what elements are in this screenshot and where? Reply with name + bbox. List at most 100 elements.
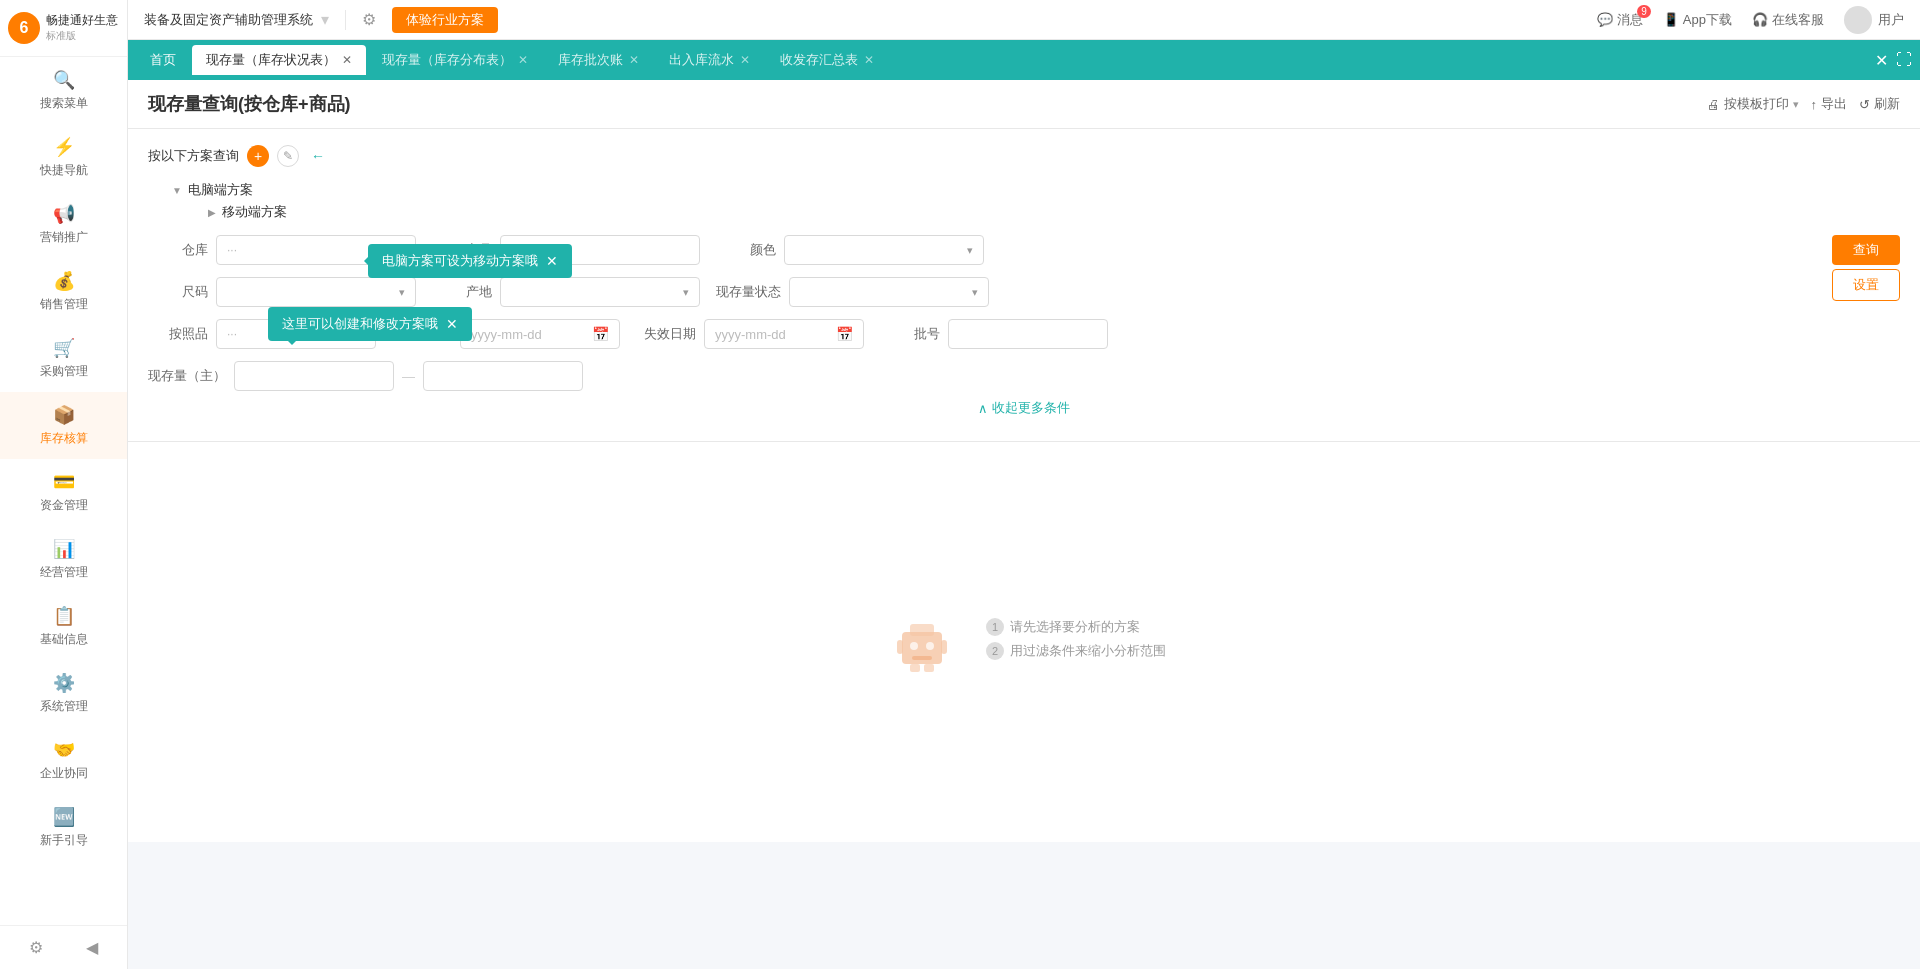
stock-main-field: 现存量（主） — [148, 361, 583, 391]
sidebar-item-label: 基础信息 [40, 631, 88, 648]
user-name: 用户 [1878, 11, 1904, 29]
sidebar-item-label: 新手引导 [40, 832, 88, 849]
stock-status-label: 现存量状态 [716, 283, 781, 301]
calendar-icon[interactable]: 📅 [592, 326, 609, 342]
app-label: App下载 [1683, 11, 1732, 29]
sidebar-item-basic[interactable]: 📋 基础信息 [0, 593, 127, 660]
user-avatar [1844, 6, 1872, 34]
refresh-icon: ↺ [1859, 97, 1870, 112]
svg-rect-8 [924, 664, 934, 672]
online-service-button[interactable]: 🎧 在线客服 [1752, 11, 1824, 29]
dropdown-icon: ▾ [967, 244, 973, 257]
tab-close-icon[interactable]: ✕ [629, 53, 639, 67]
service-label: 在线客服 [1772, 11, 1824, 29]
batch-label: 批号 [880, 325, 940, 343]
print-button[interactable]: 🖨 按模板打印 ▾ [1707, 95, 1799, 113]
scheme-item-pc[interactable]: ▼ 电脑端方案 [148, 179, 1900, 201]
export-icon: ↑ [1811, 97, 1818, 112]
batch-input[interactable] [948, 319, 1108, 349]
settings-bottom-icon[interactable]: ⚙ [29, 938, 43, 957]
topbar-settings-icon[interactable]: ⚙ [362, 10, 376, 29]
tabbar: 首页 现存量（库存状况表） ✕ 现存量（库存分布表） ✕ 库存批次账 ✕ 出入库… [128, 40, 1920, 80]
expand-icon: ▶ [208, 207, 216, 218]
page-title: 现存量查询(按仓库+商品) [148, 92, 351, 116]
filter-row-4: 现存量（主） — [148, 361, 1820, 391]
prod-date-input[interactable]: yyyy-mm-dd 📅 [460, 319, 620, 349]
tabbar-fullscreen-icon[interactable]: ⛶ [1896, 51, 1912, 70]
stock-main-min[interactable] [234, 361, 394, 391]
expire-date-placeholder: yyyy-mm-dd [715, 327, 786, 342]
user-menu-button[interactable]: 用户 [1844, 6, 1904, 34]
edit-scheme-button[interactable]: ✎ [277, 145, 299, 167]
tab-close-icon[interactable]: ✕ [342, 53, 352, 67]
tab-recv-summary[interactable]: 收发存汇总表 ✕ [766, 45, 888, 75]
color-field: 颜色 ▾ [716, 235, 984, 265]
refresh-button[interactable]: ↺ 刷新 [1859, 95, 1900, 113]
trial-industry-button[interactable]: 体验行业方案 [392, 7, 498, 33]
tooltip-create-scheme: 这里可以创建和修改方案哦 ✕ [268, 307, 472, 341]
stock-status-select[interactable]: ▾ [789, 277, 989, 307]
origin-select[interactable]: ▾ [500, 277, 700, 307]
filter-header: 按以下方案查询 + ✎ ← [148, 145, 1900, 167]
sidebar-item-system[interactable]: ⚙️ 系统管理 [0, 660, 127, 727]
scheme-mobile-label: 移动端方案 [222, 203, 287, 221]
tab-inventory-dist[interactable]: 现存量（库存分布表） ✕ [368, 45, 542, 75]
size-select[interactable]: ▾ [216, 277, 416, 307]
color-label: 颜色 [716, 241, 776, 259]
sidebar-item-guide[interactable]: 🆕 新手引导 [0, 794, 127, 861]
data-area: 1 请先选择要分析的方案 2 用过滤条件来缩小分析范围 [128, 442, 1920, 842]
app-download-button[interactable]: 📱 App下载 [1663, 11, 1732, 29]
tabbar-close-icon[interactable]: ✕ [1875, 51, 1888, 70]
tab-close-icon[interactable]: ✕ [518, 53, 528, 67]
export-label: 导出 [1821, 95, 1847, 113]
calendar-icon[interactable]: 📅 [836, 326, 853, 342]
size-field: 尺码 ▾ [148, 277, 416, 307]
search-button[interactable]: 查询 [1832, 235, 1900, 265]
sidebar-item-purchase[interactable]: 🛒 采购管理 [0, 325, 127, 392]
hint-text-1: 请先选择要分析的方案 [1010, 618, 1140, 636]
sidebar-item-operations[interactable]: 📊 经营管理 [0, 526, 127, 593]
sidebar-item-search[interactable]: 🔍 搜索菜单 [0, 57, 127, 124]
color-select[interactable]: ▾ [784, 235, 984, 265]
empty-state: 1 请先选择要分析的方案 2 用过滤条件来缩小分析范围 [882, 602, 1166, 682]
tab-home[interactable]: 首页 [136, 45, 190, 75]
sidebar-item-quicknav[interactable]: ⚡ 快捷导航 [0, 124, 127, 191]
sidebar-item-sales[interactable]: 💰 销售管理 [0, 258, 127, 325]
export-button[interactable]: ↑ 导出 [1811, 95, 1848, 113]
filter-area: 电脑方案可设为移动方案哦 ✕ 这里可以创建和修改方案哦 ✕ 按以下方案查询 + … [128, 129, 1920, 442]
filter-action-buttons: 查询 设置 [1832, 235, 1900, 391]
back-button[interactable]: ← [307, 145, 329, 167]
hint-num-2: 2 [986, 642, 1004, 660]
sidebar-item-label: 销售管理 [40, 296, 88, 313]
collapse-more-button[interactable]: ∧ 收起更多条件 [148, 391, 1900, 425]
tab-inout-flow[interactable]: 出入库流水 ✕ [655, 45, 764, 75]
scheme-item-mobile[interactable]: ▶ 移动端方案 [148, 201, 1900, 223]
tooltip-close-icon[interactable]: ✕ [546, 253, 558, 269]
empty-illustration [882, 602, 962, 682]
svg-rect-5 [897, 640, 903, 654]
tooltip2-close-icon[interactable]: ✕ [446, 316, 458, 332]
collapse-sidebar-icon[interactable]: ◀ [86, 938, 98, 957]
tab-inventory-status[interactable]: 现存量（库存状况表） ✕ [192, 45, 366, 75]
collapse-label: 收起更多条件 [992, 399, 1070, 417]
tab-inventory-batch-label: 库存批次账 [558, 51, 623, 69]
sidebar-item-enterprise[interactable]: 🤝 企业协同 [0, 727, 127, 794]
stock-main-max[interactable] [423, 361, 583, 391]
tab-inventory-batch[interactable]: 库存批次账 ✕ [544, 45, 653, 75]
phone-icon: 📱 [1663, 12, 1679, 27]
sidebar-item-inventory[interactable]: 📦 库存核算 [0, 392, 127, 459]
tab-close-icon[interactable]: ✕ [740, 53, 750, 67]
logo-text-line2: 标准版 [46, 29, 118, 43]
message-button[interactable]: 💬 消息 9 [1597, 11, 1643, 29]
settings-button[interactable]: 设置 [1832, 269, 1900, 301]
tab-close-icon[interactable]: ✕ [864, 53, 874, 67]
sidebar-item-label: 营销推广 [40, 229, 88, 246]
card-icon: 💳 [53, 471, 75, 493]
hint-item-1: 1 请先选择要分析的方案 [986, 618, 1166, 636]
add-scheme-button[interactable]: + [247, 145, 269, 167]
sidebar-item-finance[interactable]: 💳 资金管理 [0, 459, 127, 526]
sidebar-item-marketing[interactable]: 📢 营销推广 [0, 191, 127, 258]
expire-date-input[interactable]: yyyy-mm-dd 📅 [704, 319, 864, 349]
system-dropdown-icon[interactable]: ▾ [321, 10, 329, 29]
sidebar-item-label: 资金管理 [40, 497, 88, 514]
